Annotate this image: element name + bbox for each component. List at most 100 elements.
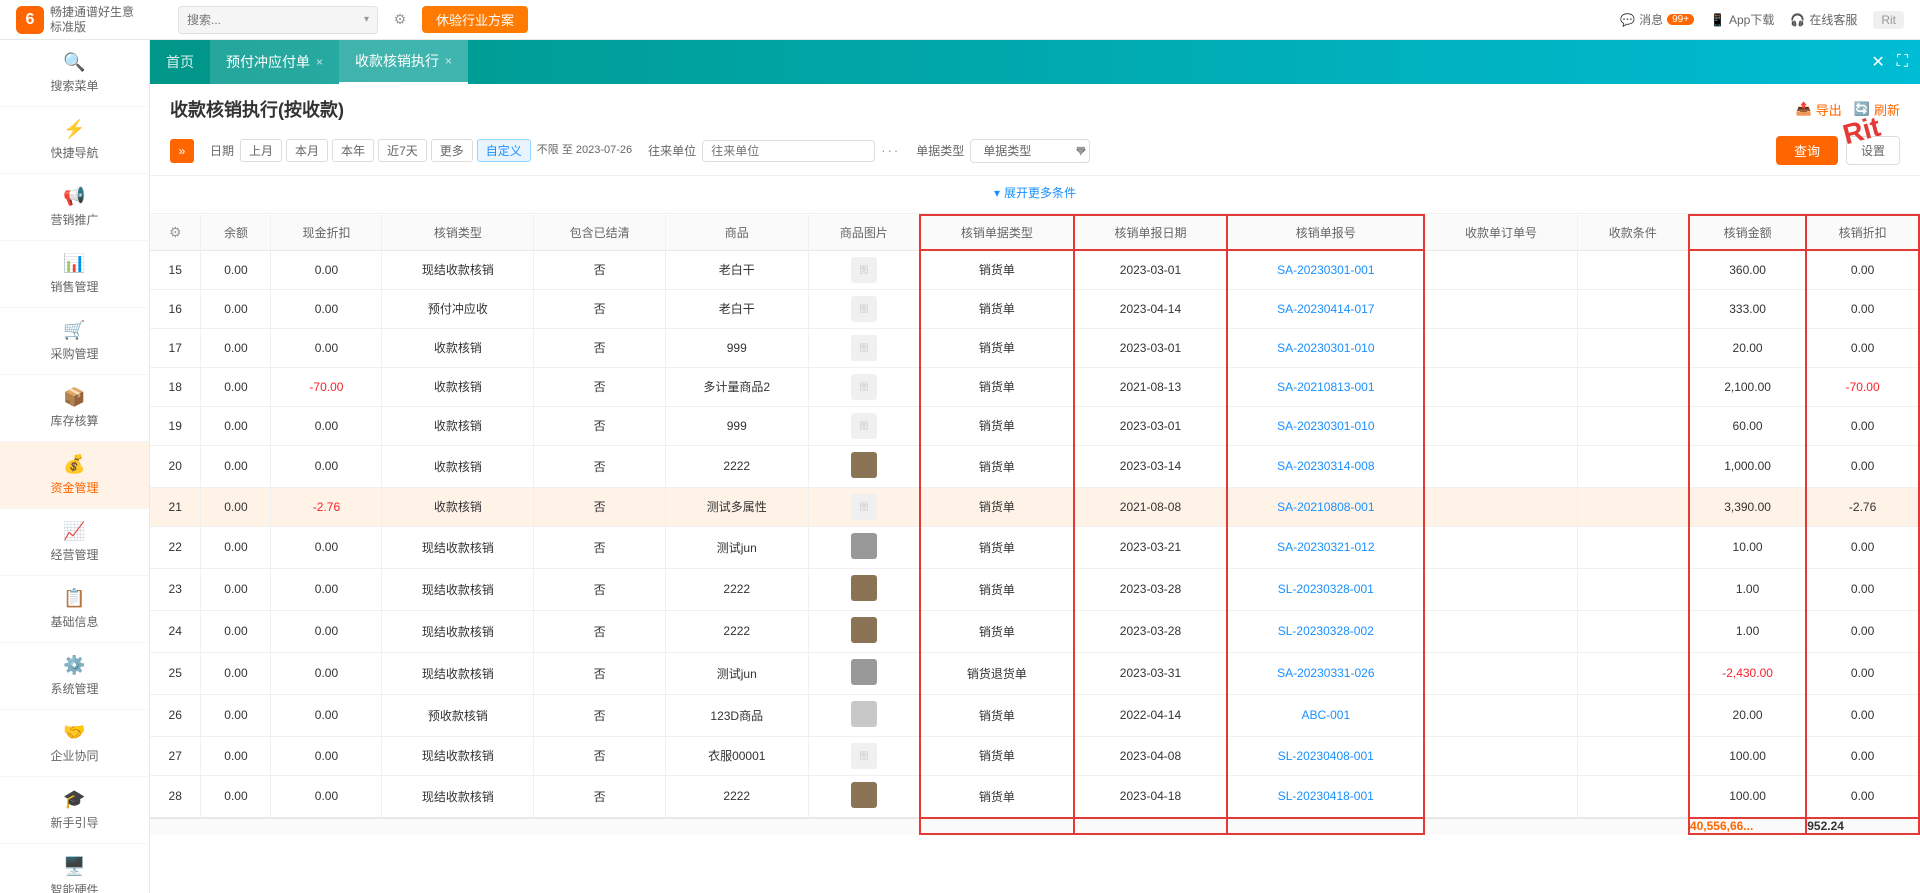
query-actions: 查询 设置 [1776,136,1900,165]
top-search-bar[interactable]: ▾ [178,6,378,34]
td-goods: 999 [665,328,808,367]
message-btn[interactable]: 💬 消息 99+ [1620,11,1694,28]
td-goods: 2222 [665,445,808,487]
td-bill-date: 2023-04-18 [1074,775,1228,818]
td-goods-img: 图 [808,487,920,526]
td-receipt-no [1424,736,1577,775]
td-bill-no[interactable]: SA-20210813-001 [1227,367,1424,406]
footer-bill-type [920,818,1074,834]
table-settings-btn[interactable]: 设置 [1846,136,1900,165]
refresh-btn[interactable]: 🔄 刷新 [1854,100,1900,119]
td-cash-discount: 0.00 [271,775,382,818]
td-bill-date: 2023-03-31 [1074,652,1228,694]
sidebar-item-5[interactable]: 📦库存核算 [0,375,149,442]
tab-home[interactable]: 首页 [150,40,210,84]
td-balance: 0.00 [201,445,271,487]
sidebar-item-1[interactable]: ⚡快捷导航 [0,107,149,174]
td-goods: 测试多属性 [665,487,808,526]
sidebar-item-9[interactable]: ⚙️系统管理 [0,643,149,710]
prepay-close-icon[interactable]: × [316,55,323,69]
td-bill-date: 2022-04-14 [1074,694,1228,736]
user-info[interactable]: Rit [1873,11,1904,29]
top-search-input[interactable] [187,13,360,27]
sidebar-item-12[interactable]: 🖥️智能硬件 [0,844,149,893]
td-bill-type: 销货单 [920,526,1074,568]
industry-btn[interactable]: 休验行业方案 [422,6,528,33]
td-bill-no[interactable]: ABC-001 [1227,694,1424,736]
sidebar-item-8[interactable]: 📋基础信息 [0,576,149,643]
td-bill-no[interactable]: SA-20230301-010 [1227,406,1424,445]
main-layout: 🔍搜索菜单⚡快捷导航📢营销推广📊销售管理🛒采购管理📦库存核算💰资金管理📈经营管理… [0,40,1920,893]
filter-expand-btn[interactable]: » [170,139,194,163]
custom-date-btn[interactable]: 自定义 [477,139,531,162]
counterpart-input[interactable] [702,140,875,162]
receipt-close-icon[interactable]: × [445,54,452,68]
prev-month-btn[interactable]: 上月 [240,139,282,162]
td-condition [1577,568,1689,610]
settings-icon[interactable]: ⚙ [386,6,414,34]
tab-receipt[interactable]: 收款核销执行 × [339,40,468,84]
th-type: 核销类型 [382,215,534,250]
td-goods-img: 图 [808,367,920,406]
td-bill-no[interactable]: SA-20230321-012 [1227,526,1424,568]
tab-prepay[interactable]: 预付冲应付单 × [210,40,339,84]
td-no: 20 [150,445,201,487]
td-bill-date: 2023-03-01 [1074,250,1228,289]
td-amount: 100.00 [1689,775,1806,818]
sidebar-item-4[interactable]: 🛒采购管理 [0,308,149,375]
td-included: 否 [534,445,665,487]
td-included: 否 [534,487,665,526]
sidebar-item-0[interactable]: 🔍搜索菜单 [0,40,149,107]
top-bar: 6 畅捷通谱好生意 标准版 ▾ ⚙ 休验行业方案 💬 消息 99+ 📱 App下… [0,0,1920,40]
sidebar-item-3[interactable]: 📊销售管理 [0,241,149,308]
td-bill-no[interactable]: SL-20230328-001 [1227,568,1424,610]
date-filter-group: 日期 上月 本月 本年 近7天 更多 自定义 不限 至 2023-07-26 [210,139,632,162]
online-service-btn[interactable]: 🎧 在线客服 [1790,11,1857,28]
td-bill-no[interactable]: SA-20230314-008 [1227,445,1424,487]
td-balance: 0.00 [201,250,271,289]
close-window-icon[interactable]: ✕ [1871,52,1884,72]
td-bill-no[interactable]: SA-20230301-010 [1227,328,1424,367]
td-receipt-no [1424,694,1577,736]
td-goods-img [808,445,920,487]
export-btn[interactable]: 📤 导出 [1796,100,1842,119]
td-no: 15 [150,250,201,289]
th-receipt-no: 收款单订单号 [1424,215,1577,250]
td-bill-no[interactable]: SA-20230301-001 [1227,250,1424,289]
expand-more-btn[interactable]: ▾ 展开更多条件 [994,184,1076,201]
table-row: 15 0.00 0.00 现结收款核销 否 老白干 图 销货单 2023-03-… [150,250,1919,289]
this-month-btn[interactable]: 本月 [286,139,328,162]
sidebar-item-10[interactable]: 🤝企业协同 [0,710,149,777]
td-included: 否 [534,652,665,694]
maximize-icon[interactable]: ⛶ [1897,53,1908,71]
last7-btn[interactable]: 近7天 [378,139,427,162]
td-discount: 0.00 [1806,250,1919,289]
sidebar-item-2[interactable]: 📢营销推广 [0,174,149,241]
table-row: 24 0.00 0.00 现结收款核销 否 2222 销货单 2023-03-2… [150,610,1919,652]
app-download-btn[interactable]: 📱 App下载 [1710,11,1774,28]
top-bar-right: 💬 消息 99+ 📱 App下载 🎧 在线客服 Rit [1620,11,1904,29]
td-bill-no[interactable]: SL-20230328-002 [1227,610,1424,652]
bill-type-select[interactable]: 单据类型 [970,139,1090,163]
td-bill-no[interactable]: SA-20230414-017 [1227,289,1424,328]
th-settings[interactable]: ⚙ [150,215,201,250]
td-bill-no[interactable]: SA-20230331-026 [1227,652,1424,694]
td-cash-discount: -70.00 [271,367,382,406]
sidebar-item-7[interactable]: 📈经营管理 [0,509,149,576]
query-btn[interactable]: 查询 [1776,136,1838,165]
this-year-btn[interactable]: 本年 [332,139,374,162]
td-discount: 0.00 [1806,775,1919,818]
td-goods: 测试jun [665,652,808,694]
more-date-btn[interactable]: 更多 [431,139,473,162]
sidebar-item-11[interactable]: 🎓新手引导 [0,777,149,844]
sidebar-item-6[interactable]: 💰资金管理 [0,442,149,509]
export-icon: 📤 [1796,101,1812,117]
td-goods: 2222 [665,568,808,610]
td-bill-no[interactable]: SA-20210808-001 [1227,487,1424,526]
chevron-down-icon: ▾ [994,186,1000,200]
td-condition [1577,694,1689,736]
td-bill-no[interactable]: SL-20230418-001 [1227,775,1424,818]
td-bill-no[interactable]: SL-20230408-001 [1227,736,1424,775]
td-type: 现结收款核销 [382,250,534,289]
td-amount: 60.00 [1689,406,1806,445]
